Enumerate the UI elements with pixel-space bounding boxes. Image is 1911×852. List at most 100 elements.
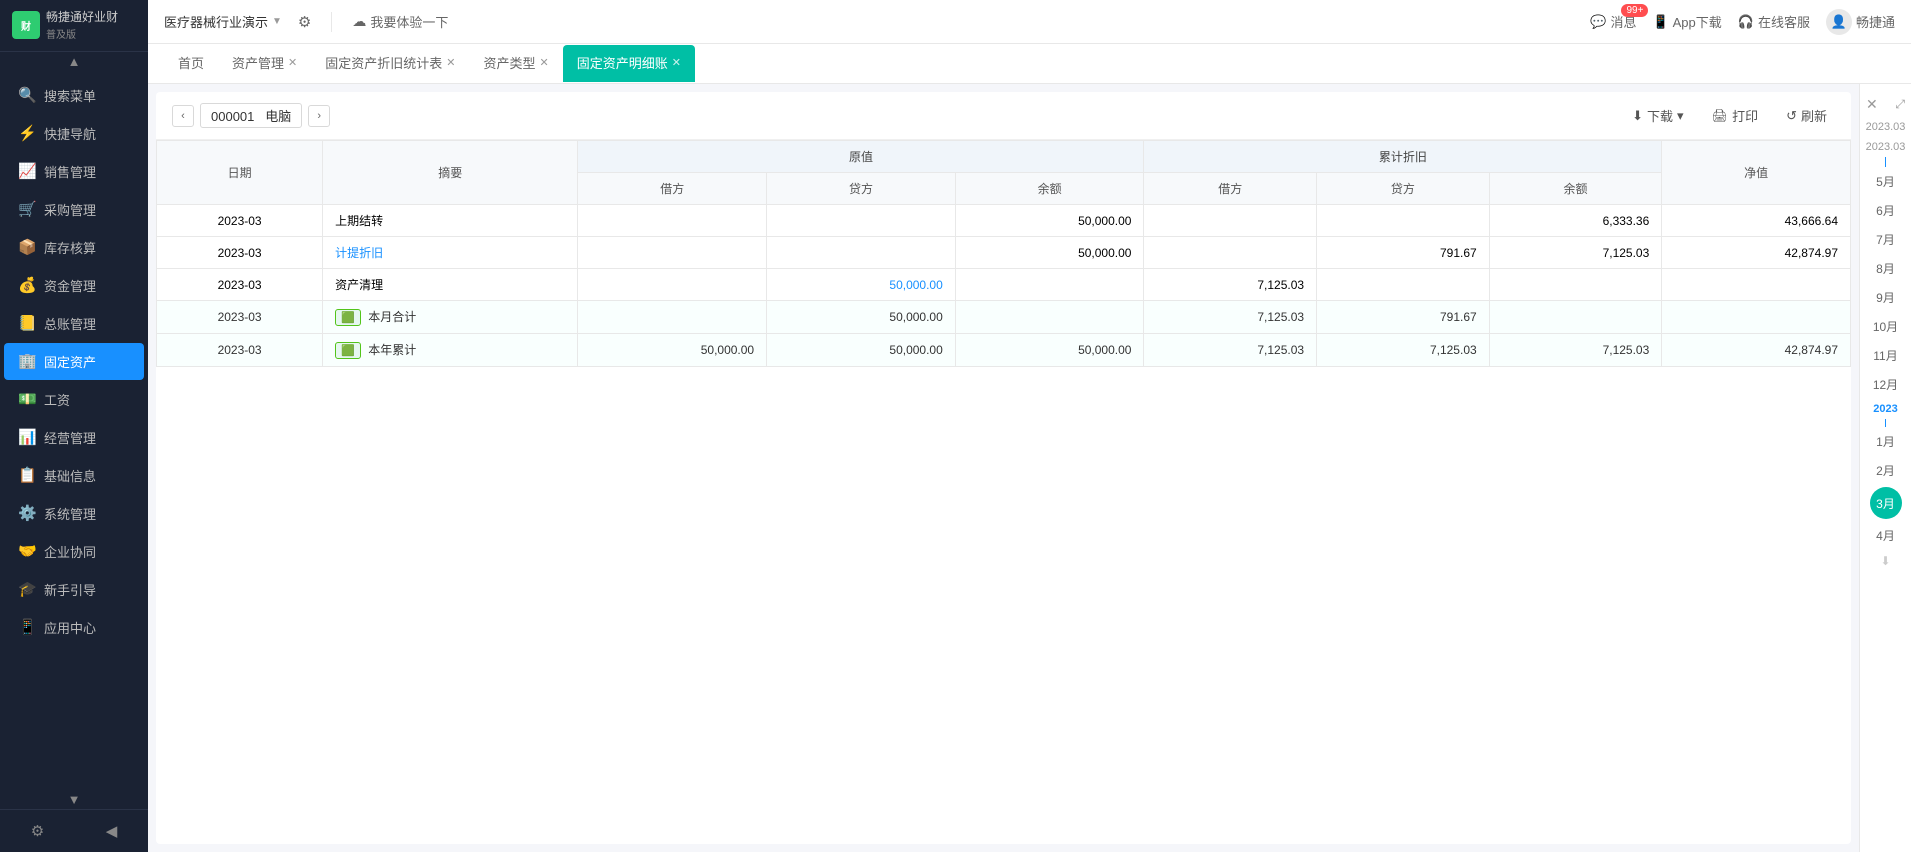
right-panel-month-1[interactable]: 1月 [1860,427,1911,456]
cell-orig-credit: 50,000.00 [767,269,956,301]
app-download-button[interactable]: 📱 App下载 [1652,12,1721,31]
tab-asset-type[interactable]: 资产类型 ✕ [469,45,562,82]
content-main: ‹ 000001 电脑 › ⬇ 下载 ▾ 🖨 [156,92,1851,844]
right-panel-scroll-down[interactable]: ⬇ [1860,554,1911,568]
right-panel-month-6[interactable]: 6月 [1860,196,1911,225]
print-button[interactable]: 🖨 打印 [1704,102,1767,129]
right-panel-month-5[interactable]: 5月 [1860,167,1911,196]
tab-asset-mgmt[interactable]: 资产管理 ✕ [218,45,311,82]
table-row: 2023-03 资产清理 50,000.00 7,125.03 [157,269,1851,301]
print-icon: 🖨 [1712,108,1729,124]
cell-orig-credit [767,237,956,269]
right-panel-close-button[interactable]: ✕ [1866,96,1878,113]
company-selector[interactable]: 医疗器械行业演示 ▼ [164,12,282,31]
content-area: ‹ 000001 电脑 › ⬇ 下载 ▾ 🖨 [148,84,1911,852]
sidebar-item-inventory[interactable]: 📦 库存核算 [4,229,144,266]
sidebar-bottom: ⚙ ◀ [0,809,148,852]
messages-button[interactable]: 💬 消息 99+ [1590,12,1636,31]
cell-dep-debit: 7,125.03 [1144,301,1317,334]
col-orig-balance: 余额 [955,173,1144,205]
sidebar-item-quicknav[interactable]: ⚡ 快捷导航 [4,115,144,152]
right-panel-month-3[interactable]: 3月 [1870,487,1902,519]
sidebar-item-app-center[interactable]: 📱 应用中心 [4,609,144,646]
right-panel-year-label-2: 2023.03 [1860,137,1911,157]
cell-date: 2023-03 [157,301,323,334]
table-row-total: 2023-03 🟩 本年累计 50,000.00 50,000.00 50,00… [157,334,1851,367]
toolbar-actions: ⬇ 下载 ▾ 🖨 打印 ↺ 刷新 [1624,102,1835,129]
topbar-settings-icon[interactable]: ⚙ [298,13,311,31]
sidebar-item-funds[interactable]: 💰 资金管理 [4,267,144,304]
sidebar-item-business[interactable]: 📊 经营管理 [4,419,144,456]
experience-icon: ☁ [352,13,366,30]
sidebar-item-guide[interactable]: 🎓 新手引导 [4,571,144,608]
cell-orig-debit [578,237,767,269]
business-icon: 📊 [18,428,36,446]
table-row: 2023-03 上期结转 50,000.00 6,333.36 43,666.6… [157,205,1851,237]
right-panel-month-9[interactable]: 9月 [1860,283,1911,312]
refresh-icon: ↺ [1786,108,1797,124]
tab-asset-mgmt-close[interactable]: ✕ [288,56,297,69]
sidebar-item-base[interactable]: 📋 基础信息 [4,457,144,494]
right-panel-month-12[interactable]: 12月 [1860,370,1911,399]
cell-orig-balance: 50,000.00 [955,237,1144,269]
sidebar-item-fixed-assets[interactable]: 🏢 固定资产 [4,343,144,380]
lightning-icon: ⚡ [18,124,36,142]
experience-button[interactable]: ☁ 我要体验一下 [352,12,448,31]
sidebar-item-search[interactable]: 🔍 搜索菜单 [4,77,144,114]
tab-asset-type-close[interactable]: ✕ [540,56,549,69]
download-button[interactable]: ⬇ 下载 ▾ [1624,102,1691,129]
cell-dep-credit [1317,205,1490,237]
logo-text: 畅捷通好业财 普及版 [46,10,118,41]
col-accumulated-dep-group: 累计折旧 [1144,141,1662,173]
tab-asset-detail-close[interactable]: ✕ [672,56,681,69]
right-panel-month-7[interactable]: 7月 [1860,225,1911,254]
company-name: 医疗器械行业演示 [164,12,268,31]
sidebar-item-salary[interactable]: 💵 工资 [4,381,144,418]
sidebar-item-ledger[interactable]: 📒 总账管理 [4,305,144,342]
topbar-right: 💬 消息 99+ 📱 App下载 🎧 在线客服 👤 畅捷通 [1590,9,1895,35]
collapse-button[interactable]: ◀ [98,818,126,844]
right-panel-month-8[interactable]: 8月 [1860,254,1911,283]
customer-service-button[interactable]: 🎧 在线客服 [1738,12,1810,31]
sidebar-scroll-up[interactable]: ▲ [0,52,148,72]
sidebar-item-sales[interactable]: 📈 销售管理 [4,153,144,190]
right-panel-month-2[interactable]: 2月 [1860,456,1911,485]
topbar: 医疗器械行业演示 ▼ ⚙ ☁ 我要体验一下 💬 消息 99+ 📱 App下载 🎧… [148,0,1911,44]
messages-icon: 💬 [1590,14,1606,30]
tab-home[interactable]: 首页 [164,45,218,82]
content-toolbar: ‹ 000001 电脑 › ⬇ 下载 ▾ 🖨 [156,92,1851,140]
sidebar-item-purchase[interactable]: 🛒 采购管理 [4,191,144,228]
cell-dep-debit [1144,205,1317,237]
asset-next-button[interactable]: › [308,105,330,127]
sidebar-logo: 财 畅捷通好业财 普及版 [0,0,148,52]
sidebar-item-collab[interactable]: 🤝 企业协同 [4,533,144,570]
right-panel-expand-button[interactable]: ⤢ [1895,97,1905,112]
refresh-button[interactable]: ↺ 刷新 [1778,102,1835,129]
user-profile-button[interactable]: 👤 畅捷通 [1826,9,1895,35]
cell-summary: 资产清理 [323,269,578,301]
sidebar-scroll-down[interactable]: ▼ [0,789,148,809]
cell-orig-credit: 50,000.00 [767,301,956,334]
total-badge: 🟩 [335,342,361,359]
messages-badge: 99+ [1621,4,1648,17]
experience-label: 我要体验一下 [370,12,448,31]
cell-date: 2023-03 [157,237,323,269]
asset-prev-button[interactable]: ‹ [172,105,194,127]
right-panel-month-4[interactable]: 4月 [1860,521,1911,550]
user-avatar: 👤 [1826,9,1852,35]
user-name: 畅捷通 [1856,12,1895,31]
tab-depreciation-stat[interactable]: 固定资产折旧统计表 ✕ [311,45,469,82]
settings-button[interactable]: ⚙ [23,818,52,844]
sidebar: 财 畅捷通好业财 普及版 ▲ 🔍 搜索菜单 ⚡ 快捷导航 📈 销售管理 🛒 采购… [0,0,148,852]
app-center-icon: 📱 [18,618,36,636]
cell-net-value: 42,874.97 [1662,334,1851,367]
right-panel-month-11[interactable]: 11月 [1860,341,1911,370]
tab-asset-detail[interactable]: 固定资产明细账 ✕ [563,45,695,82]
cell-date: 2023-03 [157,269,323,301]
cell-dep-debit [1144,237,1317,269]
sidebar-item-system[interactable]: ⚙️ 系统管理 [4,495,144,532]
right-panel-month-10[interactable]: 10月 [1860,312,1911,341]
col-summary: 摘要 [323,141,578,205]
tab-depreciation-stat-close[interactable]: ✕ [446,56,455,69]
cell-orig-credit: 50,000.00 [767,334,956,367]
